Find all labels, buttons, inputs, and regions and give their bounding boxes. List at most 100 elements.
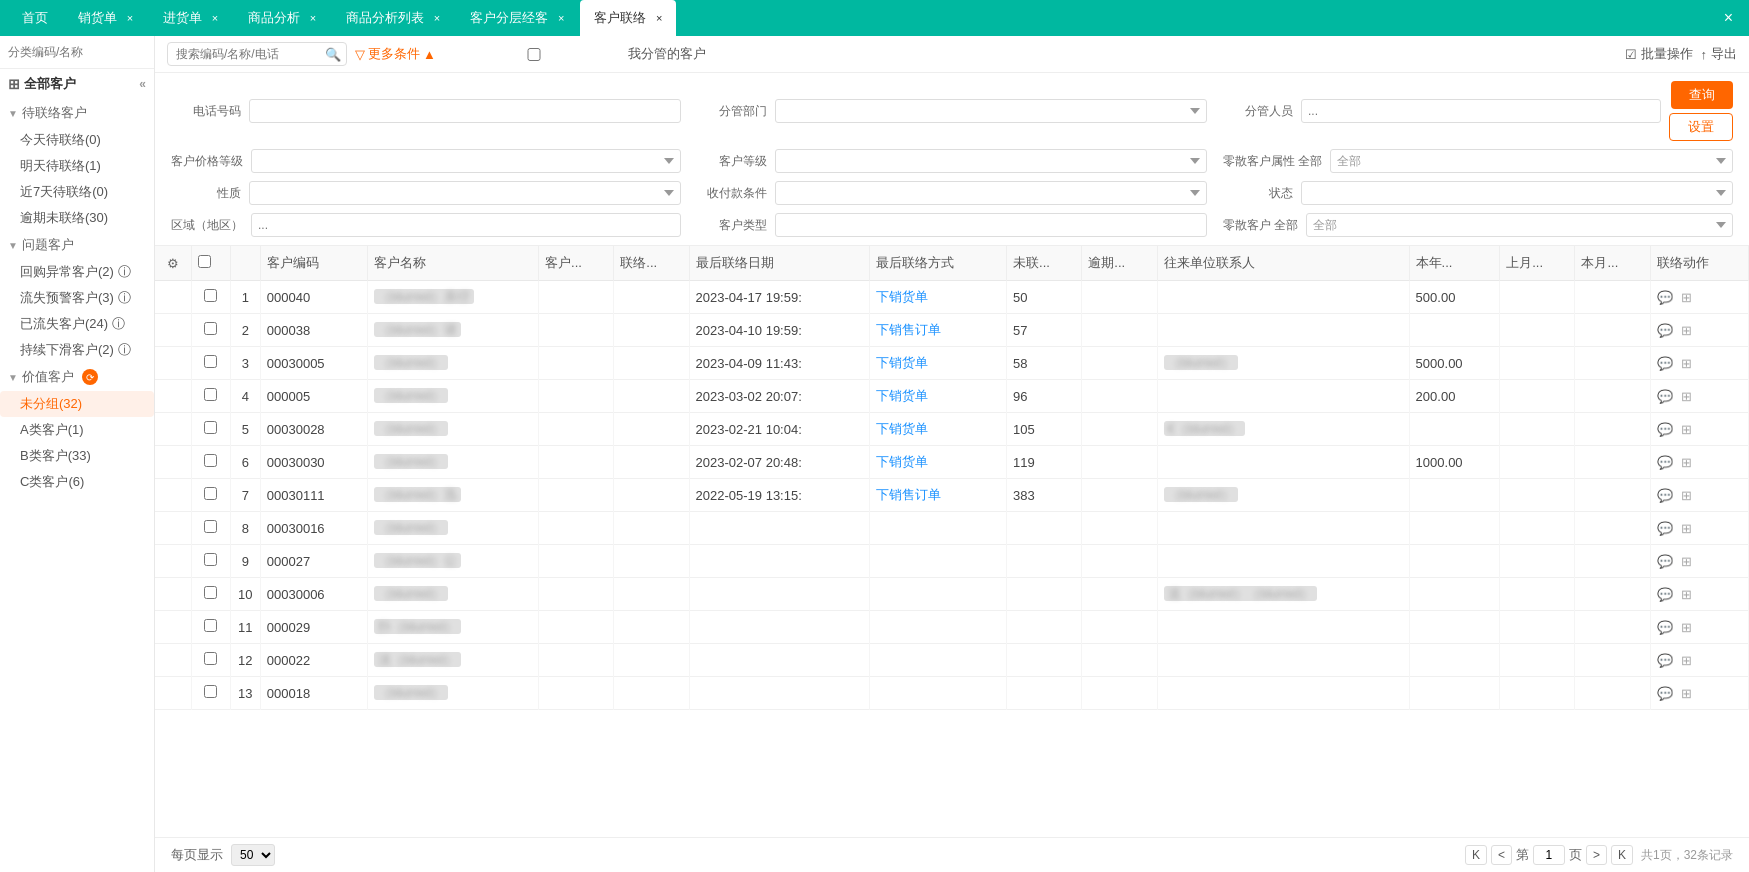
row-checkbox[interactable] [204, 685, 217, 698]
filter-nature-select[interactable] [249, 181, 681, 205]
contact-action-icon[interactable]: 💬 [1657, 389, 1673, 404]
collapse-icon[interactable]: « [139, 77, 146, 91]
th-last-contact-way[interactable]: 最后联络方式 [869, 246, 1006, 281]
search-input[interactable] [167, 42, 347, 66]
last-page-button[interactable]: K [1611, 845, 1633, 865]
contact-action-icon[interactable]: 💬 [1657, 323, 1673, 338]
th-code[interactable]: 客户编码 [260, 246, 367, 281]
my-customers-checkbox[interactable]: 我分管的客户 [444, 45, 706, 63]
sidebar-item-today-pending[interactable]: 今天待联络(0) [0, 127, 154, 153]
row-checkbox[interactable] [204, 553, 217, 566]
filter-customer-type-input[interactable] [775, 213, 1207, 237]
more-action-icon[interactable]: ⊞ [1681, 488, 1692, 503]
row-checkbox[interactable] [204, 652, 217, 665]
sidebar-group-value-customers[interactable]: ▼ 价值客户 ⟳ [0, 363, 154, 391]
more-action-icon[interactable]: ⊞ [1681, 290, 1692, 305]
th-partner-contact[interactable]: 往来单位联系人 [1157, 246, 1409, 281]
contact-action-icon[interactable]: 💬 [1657, 455, 1673, 470]
contact-action-icon[interactable]: 💬 [1657, 653, 1673, 668]
more-action-icon[interactable]: ⊞ [1681, 422, 1692, 437]
filter-retail-attr-select[interactable]: 全部 [1330, 149, 1733, 173]
more-action-icon[interactable]: ⊞ [1681, 521, 1692, 536]
contact-action-icon[interactable]: 💬 [1657, 620, 1673, 635]
contact-action-icon[interactable]: 💬 [1657, 554, 1673, 569]
row-checkbox[interactable] [204, 520, 217, 533]
contact-action-icon[interactable]: 💬 [1657, 587, 1673, 602]
sidebar-item-tomorrow-pending[interactable]: 明天待联络(1) [0, 153, 154, 179]
nav-product-analysis-list-close[interactable]: × [434, 12, 440, 24]
th-this-year[interactable]: 本年... [1409, 246, 1500, 281]
more-action-icon[interactable]: ⊞ [1681, 323, 1692, 338]
prev-page-button[interactable]: < [1491, 845, 1512, 865]
nav-sales-order[interactable]: 销货单 × [64, 0, 147, 36]
sidebar-item-7days-pending[interactable]: 近7天待联络(0) [0, 179, 154, 205]
last-contact-way-link[interactable]: 下销货单 [876, 289, 928, 304]
my-customers-check[interactable] [444, 48, 624, 61]
last-contact-way-link[interactable]: 下销货单 [876, 388, 928, 403]
row-checkbox[interactable] [204, 322, 217, 335]
window-close-button[interactable]: × [1716, 9, 1741, 27]
sidebar-search-input[interactable] [8, 45, 155, 59]
nav-purchase-order-close[interactable]: × [212, 12, 218, 24]
more-action-icon[interactable]: ⊞ [1681, 554, 1692, 569]
nav-product-analysis-list[interactable]: 商品分析列表 × [332, 0, 454, 36]
sidebar-item-churn-warning[interactable]: 流失预警客户(3) ⓘ [0, 285, 154, 311]
last-contact-way-link[interactable]: 下销货单 [876, 355, 928, 370]
page-size-select[interactable]: 50 [231, 844, 275, 866]
nav-purchase-order[interactable]: 进货单 × [149, 0, 232, 36]
sidebar-item-already-churned[interactable]: 已流失客户(24) ⓘ [0, 311, 154, 337]
filter-phone-input[interactable] [249, 99, 681, 123]
filter-person-input[interactable] [1301, 99, 1661, 123]
page-number-input[interactable] [1533, 845, 1565, 865]
row-checkbox[interactable] [204, 487, 217, 500]
sidebar-item-overdue-no-contact[interactable]: 逾期未联络(30) [0, 205, 154, 231]
row-checkbox[interactable] [204, 388, 217, 401]
row-checkbox[interactable] [204, 421, 217, 434]
filter-retail-customer-select[interactable]: 全部 [1306, 213, 1733, 237]
last-contact-way-link[interactable]: 下销售订单 [876, 487, 941, 502]
row-checkbox[interactable] [204, 454, 217, 467]
last-contact-way-link[interactable]: 下销货单 [876, 421, 928, 436]
last-contact-way-link[interactable]: 下销货单 [876, 454, 928, 469]
sidebar-item-ungrouped[interactable]: 未分组(32) [0, 391, 154, 417]
nav-customer-contact-close[interactable]: × [656, 12, 662, 24]
sidebar-item-class-a[interactable]: A类客户(1) [0, 417, 154, 443]
th-no-contact[interactable]: 未联... [1007, 246, 1082, 281]
more-action-icon[interactable]: ⊞ [1681, 653, 1692, 668]
th-this-month[interactable]: 本月... [1575, 246, 1650, 281]
nav-home[interactable]: 首页 [8, 0, 62, 36]
sidebar-all-customers[interactable]: ⊞ 全部客户 « [0, 69, 154, 99]
row-checkbox[interactable] [204, 289, 217, 302]
row-checkbox[interactable] [204, 619, 217, 632]
contact-action-icon[interactable]: 💬 [1657, 356, 1673, 371]
filter-payment-select[interactable] [775, 181, 1207, 205]
nav-customer-segment[interactable]: 客户分层经客 × [456, 0, 578, 36]
filter-status-select[interactable] [1301, 181, 1733, 205]
select-all-checkbox[interactable] [198, 255, 211, 268]
sidebar-item-class-c[interactable]: C类客户(6) [0, 469, 154, 495]
more-action-icon[interactable]: ⊞ [1681, 620, 1692, 635]
export-button[interactable]: ↑ 导出 [1701, 45, 1738, 63]
contact-action-icon[interactable]: 💬 [1657, 521, 1673, 536]
search-icon[interactable]: 🔍 [325, 47, 341, 62]
th-overdue[interactable]: 逾期... [1082, 246, 1157, 281]
filter-region-input[interactable] [251, 213, 681, 237]
contact-action-icon[interactable]: 💬 [1657, 686, 1673, 701]
row-checkbox[interactable] [204, 586, 217, 599]
contact-action-icon[interactable]: 💬 [1657, 422, 1673, 437]
last-contact-way-link[interactable]: 下销售订单 [876, 322, 941, 337]
next-page-button[interactable]: > [1586, 845, 1607, 865]
sidebar-item-continuous-decline[interactable]: 持续下滑客户(2) ⓘ [0, 337, 154, 363]
nav-sales-order-close[interactable]: × [127, 12, 133, 24]
sidebar-group-pending-contact[interactable]: ▼ 待联络客户 [0, 99, 154, 127]
nav-product-analysis-close[interactable]: × [310, 12, 316, 24]
th-last-month[interactable]: 上月... [1500, 246, 1575, 281]
contact-action-icon[interactable]: 💬 [1657, 488, 1673, 503]
more-action-icon[interactable]: ⊞ [1681, 686, 1692, 701]
th-last-contact-date[interactable]: 最后联络日期 [689, 246, 869, 281]
sidebar-group-problem-customers[interactable]: ▼ 问题客户 [0, 231, 154, 259]
filter-price-level-select[interactable] [251, 149, 681, 173]
more-action-icon[interactable]: ⊞ [1681, 389, 1692, 404]
contact-action-icon[interactable]: 💬 [1657, 290, 1673, 305]
nav-customer-contact[interactable]: 客户联络 × [580, 0, 676, 36]
